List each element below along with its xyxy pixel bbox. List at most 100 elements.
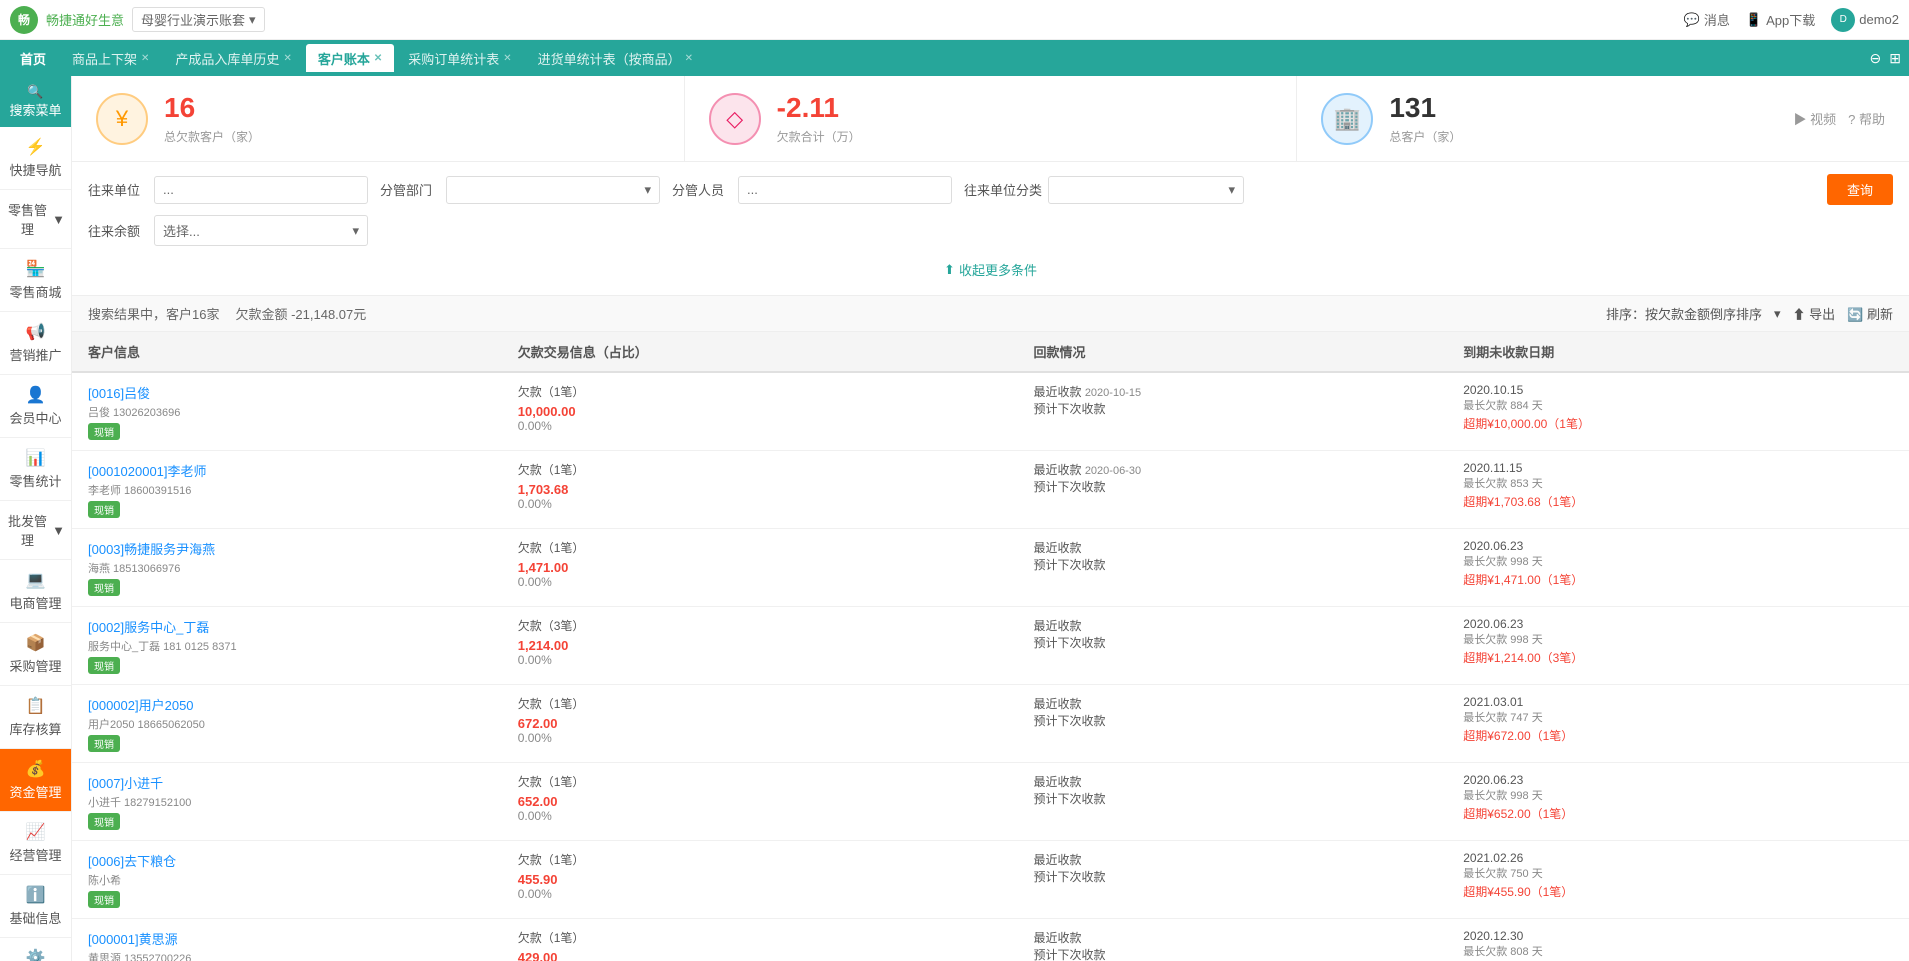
tab-purchase-product-stats[interactable]: 进货单统计表（按商品） ✕ xyxy=(526,44,705,72)
sidebar-inventory-label: 库存核算 xyxy=(9,719,61,738)
app-download-btn[interactable]: 📱 App下载 xyxy=(1746,10,1815,29)
tab-home-label: 首页 xyxy=(20,49,46,68)
debt-amount: 1,471.00 xyxy=(518,560,1034,575)
filter-row-2: 往来余额 选择... ▾ xyxy=(88,215,1893,246)
filter-manager-label: 分管人员 xyxy=(672,180,732,199)
filter-source-unit-input[interactable]: ... xyxy=(154,176,368,204)
overdue-link[interactable]: 超期¥10,000.00（1笔） xyxy=(1463,417,1590,431)
tab-customer-account[interactable]: 客户账本 ✕ xyxy=(306,44,394,72)
filter-dept-dropdown[interactable]: ▾ xyxy=(446,176,660,204)
filter-balance-dropdown[interactable]: 选择... ▾ xyxy=(154,215,368,246)
tab-maximize-icon[interactable]: ⊞ xyxy=(1889,50,1901,67)
debt-count: 欠款（1笔） xyxy=(518,773,1034,790)
table-row: [0006]去下粮仓 陈小希 现销 欠款（1笔） 455.90 0.00% 最近… xyxy=(72,841,1909,919)
tab-close-5[interactable]: ✕ xyxy=(685,53,693,64)
customer-name-link[interactable]: [000002]用户2050 xyxy=(88,698,194,713)
sidebar-item-business-mgmt[interactable]: 📈 经营管理 xyxy=(0,812,71,875)
customer-id: [0003]畅捷服务尹海燕 xyxy=(88,539,518,558)
customer-name-link[interactable]: [000001]黄思源 xyxy=(88,932,178,947)
overdue-days: 最长欠款 998 天 xyxy=(1463,553,1893,569)
overdue-link[interactable]: 超期¥672.00（1笔） xyxy=(1463,729,1573,743)
refresh-btn[interactable]: 🔄 刷新 xyxy=(1847,304,1893,323)
overdue-days: 最长欠款 998 天 xyxy=(1463,631,1893,647)
tab-close-1[interactable]: ✕ xyxy=(141,53,149,64)
sidebar-retail-mgmt-label: 零售管理 xyxy=(6,200,49,238)
tab-minimize-icon[interactable]: ⊖ xyxy=(1870,50,1882,67)
user-area[interactable]: D demo2 xyxy=(1831,8,1899,32)
overdue-link[interactable]: 超期¥652.00（1笔） xyxy=(1463,807,1573,821)
last-payment-date: 2020-10-15 xyxy=(1085,387,1141,399)
overdue-days: 最长欠款 884 天 xyxy=(1463,397,1893,413)
sidebar-member-label: 会员中心 xyxy=(9,408,61,427)
sidebar-item-retail-stats[interactable]: 📊 零售统计 xyxy=(0,438,71,501)
tab-home[interactable]: 首页 xyxy=(8,44,58,72)
filter-unit-category-dropdown[interactable]: ▾ xyxy=(1048,176,1244,204)
overdue-link[interactable]: 超期¥1,471.00（1笔） xyxy=(1463,573,1583,587)
customer-tag: 现销 xyxy=(88,891,120,908)
results-bar: 搜索结果中，客户16家 欠款金额 -21,148.07元 排序：按欠款金额倒序排… xyxy=(72,296,1909,332)
customer-name-link[interactable]: [0002]服务中心_丁磊 xyxy=(88,620,209,635)
sidebar-item-basic-info[interactable]: ℹ️ 基础信息 xyxy=(0,875,71,938)
tab-stock-history[interactable]: 产成品入库单历史 ✕ xyxy=(163,44,303,72)
help-btn[interactable]: ? 帮助 xyxy=(1848,109,1885,128)
message-btn[interactable]: 💬 消息 xyxy=(1684,10,1730,29)
company-selector[interactable]: 母婴行业演示账套 ▾ xyxy=(132,7,265,32)
tab-close-2[interactable]: ✕ xyxy=(283,53,291,64)
logo-icon: 畅 xyxy=(10,6,38,34)
tab-close-4[interactable]: ✕ xyxy=(503,53,511,64)
filter-balance-label: 往来余额 xyxy=(88,221,148,240)
filter-dept-label: 分管部门 xyxy=(380,180,440,199)
collection-next: 预计下次收款 xyxy=(1033,712,1463,729)
overdue-days: 最长欠款 750 天 xyxy=(1463,865,1893,881)
marketing-icon: 📢 xyxy=(26,322,46,342)
debt-count: 欠款（1笔） xyxy=(518,695,1034,712)
stat-debt-icon: ◇ xyxy=(709,93,761,145)
collection-next: 预计下次收款 xyxy=(1033,478,1463,495)
username: demo2 xyxy=(1859,12,1899,27)
tab-close-3[interactable]: ✕ xyxy=(374,53,382,64)
sidebar-basic-info-label: 基础信息 xyxy=(9,908,61,927)
customer-name-link[interactable]: [0003]畅捷服务尹海燕 xyxy=(88,542,215,557)
ecommerce-icon: 💻 xyxy=(26,570,46,590)
sidebar-item-marketing[interactable]: 📢 营销推广 xyxy=(0,312,71,375)
sidebar-item-wholesale-mgmt[interactable]: 批发管理 ▼ xyxy=(0,501,71,560)
sidebar-item-retail-mall[interactable]: 🏪 零售商城 xyxy=(0,249,71,312)
search-button[interactable]: 查询 xyxy=(1827,174,1893,205)
tab-product-listing[interactable]: 商品上下架 ✕ xyxy=(60,44,161,72)
sidebar-item-purchase-mgmt[interactable]: 📦 采购管理 xyxy=(0,623,71,686)
collection-next: 预计下次收款 xyxy=(1033,790,1463,807)
sidebar-search[interactable]: 🔍 搜索菜单 xyxy=(0,76,71,127)
tab-purchase-stats[interactable]: 采购订单统计表 ✕ xyxy=(396,44,523,72)
export-btn[interactable]: ⬆ 导出 xyxy=(1793,304,1836,323)
sidebar-item-finance[interactable]: 💰 资金管理 xyxy=(0,749,71,812)
retail-mall-icon: 🏪 xyxy=(26,259,46,279)
filter-balance: 往来余额 选择... ▾ xyxy=(88,215,368,246)
overdue-cell: 2020.06.23 最长欠款 998 天 超期¥1,214.00（3笔） xyxy=(1463,617,1893,666)
sidebar-item-system-mgmt[interactable]: ⚙️ 系统管理 xyxy=(0,938,71,961)
due-date: 2021.02.26 xyxy=(1463,851,1893,865)
debt-amount: 455.90 xyxy=(518,872,1034,887)
col-header-collection: 回款情况 xyxy=(1033,342,1463,361)
customer-name-link[interactable]: [0007]小进千 xyxy=(88,776,163,791)
overdue-link[interactable]: 超期¥1,214.00（3笔） xyxy=(1463,651,1583,665)
debt-count: 欠款（1笔） xyxy=(518,461,1034,478)
debt-percent: 0.00% xyxy=(518,653,1034,667)
tab-bar-left: 首页 商品上下架 ✕ 产成品入库单历史 ✕ 客户账本 ✕ 采购订单统计表 ✕ 进… xyxy=(8,44,1868,72)
sidebar-item-retail-mgmt[interactable]: 零售管理 ▼ xyxy=(0,190,71,249)
customer-name-link[interactable]: [0001020001]李老师 xyxy=(88,464,207,479)
filter-manager-input[interactable]: ... xyxy=(738,176,952,204)
sidebar-item-quick-nav[interactable]: ⚡ 快捷导航 xyxy=(0,127,71,190)
customer-name-link[interactable]: [0016]吕俊 xyxy=(88,386,150,401)
collapse-btn[interactable]: ⬆ 收起更多条件 xyxy=(940,256,1041,283)
video-btn[interactable]: ▶ 视频 xyxy=(1793,109,1836,128)
overdue-link[interactable]: 超期¥1,703.68（1笔） xyxy=(1463,495,1583,509)
sidebar-item-ecommerce[interactable]: 💻 电商管理 xyxy=(0,560,71,623)
debt-amount: 1,703.68 xyxy=(518,482,1034,497)
overdue-link[interactable]: 超期¥455.90（1笔） xyxy=(1463,885,1573,899)
stat-card-debt-total: ◇ -2.11 欠款合计（万） xyxy=(685,76,1298,161)
table-header: 客户信息 欠款交易信息（占比） 回款情况 到期未收款日期 xyxy=(72,332,1909,373)
collection-cell: 最近收款 预计下次收款 xyxy=(1033,539,1463,573)
customer-name-link[interactable]: [0006]去下粮仓 xyxy=(88,854,176,869)
sidebar-item-inventory[interactable]: 📋 库存核算 xyxy=(0,686,71,749)
sidebar-item-member-center[interactable]: 👤 会员中心 xyxy=(0,375,71,438)
